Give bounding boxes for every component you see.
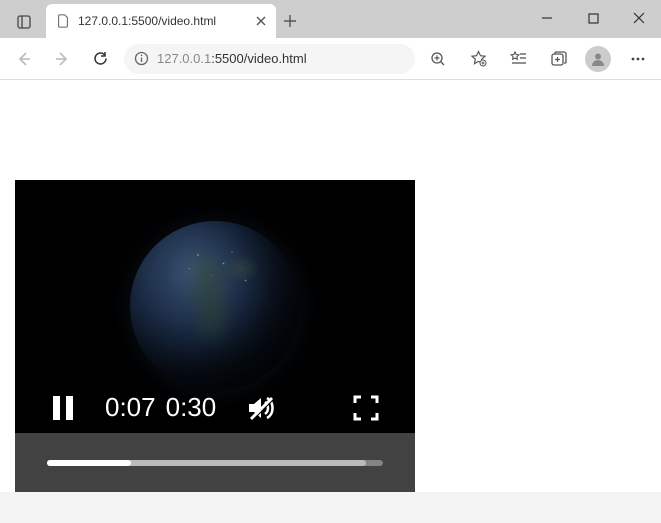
browser-tab[interactable]: 127.0.0.1:5500/video.html [46,4,276,38]
close-icon [256,16,266,26]
profile-button[interactable] [585,46,611,72]
progress-area [15,433,415,492]
pause-button[interactable] [51,394,75,422]
star-plus-icon [470,50,487,67]
minimize-button[interactable] [533,6,561,30]
avatar-icon [589,50,607,68]
zoom-button[interactable] [425,46,451,72]
dots-icon [630,51,646,67]
address-path: :5500/video.html [211,51,306,66]
tab-actions-icon [16,14,32,30]
favorites-list-button[interactable] [505,46,531,72]
muted-icon [246,393,276,423]
address-host: 127.0.0.1 [157,51,211,66]
new-tab-button[interactable] [276,4,304,38]
address-bar[interactable]: 127.0.0.1:5500/video.html [124,44,415,74]
collections-button[interactable] [545,46,571,72]
tab-actions-button[interactable] [8,6,40,38]
time-display: 0:07 0:30 [105,392,216,423]
close-window-button[interactable] [625,6,653,30]
forward-button[interactable] [48,45,76,73]
minimize-icon [541,12,553,24]
arrow-left-icon [15,50,33,68]
close-icon [633,12,645,24]
tab-close-button[interactable] [256,16,266,26]
reload-icon [92,50,109,67]
zoom-icon [430,51,446,67]
mute-button[interactable] [246,393,276,423]
browser-tab-strip: 127.0.0.1:5500/video.html [0,0,661,38]
reload-button[interactable] [86,45,114,73]
info-icon [134,51,149,66]
current-time: 0:07 [105,392,156,423]
controls-row: 0:07 0:30 [15,382,415,433]
back-button[interactable] [10,45,38,73]
video-player[interactable]: 0:07 0:30 [15,180,415,492]
maximize-button[interactable] [579,6,607,30]
pause-icon [51,394,75,422]
favorite-button[interactable] [465,46,491,72]
earth-image [130,221,300,391]
toolbar-actions [425,46,651,72]
collections-icon [550,50,567,67]
fullscreen-icon [353,395,379,421]
browser-toolbar: 127.0.0.1:5500/video.html [0,38,661,80]
fullscreen-button[interactable] [353,395,379,421]
page-content: 0:07 0:30 [0,80,661,492]
maximize-icon [588,13,599,24]
progress-fill [47,460,131,466]
page-icon [56,14,70,28]
duration: 0:30 [166,392,217,423]
star-lines-icon [510,50,527,67]
video-controls: 0:07 0:30 [15,382,415,492]
menu-button[interactable] [625,46,651,72]
window-controls [533,6,653,30]
address-text: 127.0.0.1:5500/video.html [157,51,405,66]
tab-title: 127.0.0.1:5500/video.html [78,14,248,28]
progress-bar[interactable] [47,460,383,466]
plus-icon [283,14,297,28]
arrow-right-icon [53,50,71,68]
